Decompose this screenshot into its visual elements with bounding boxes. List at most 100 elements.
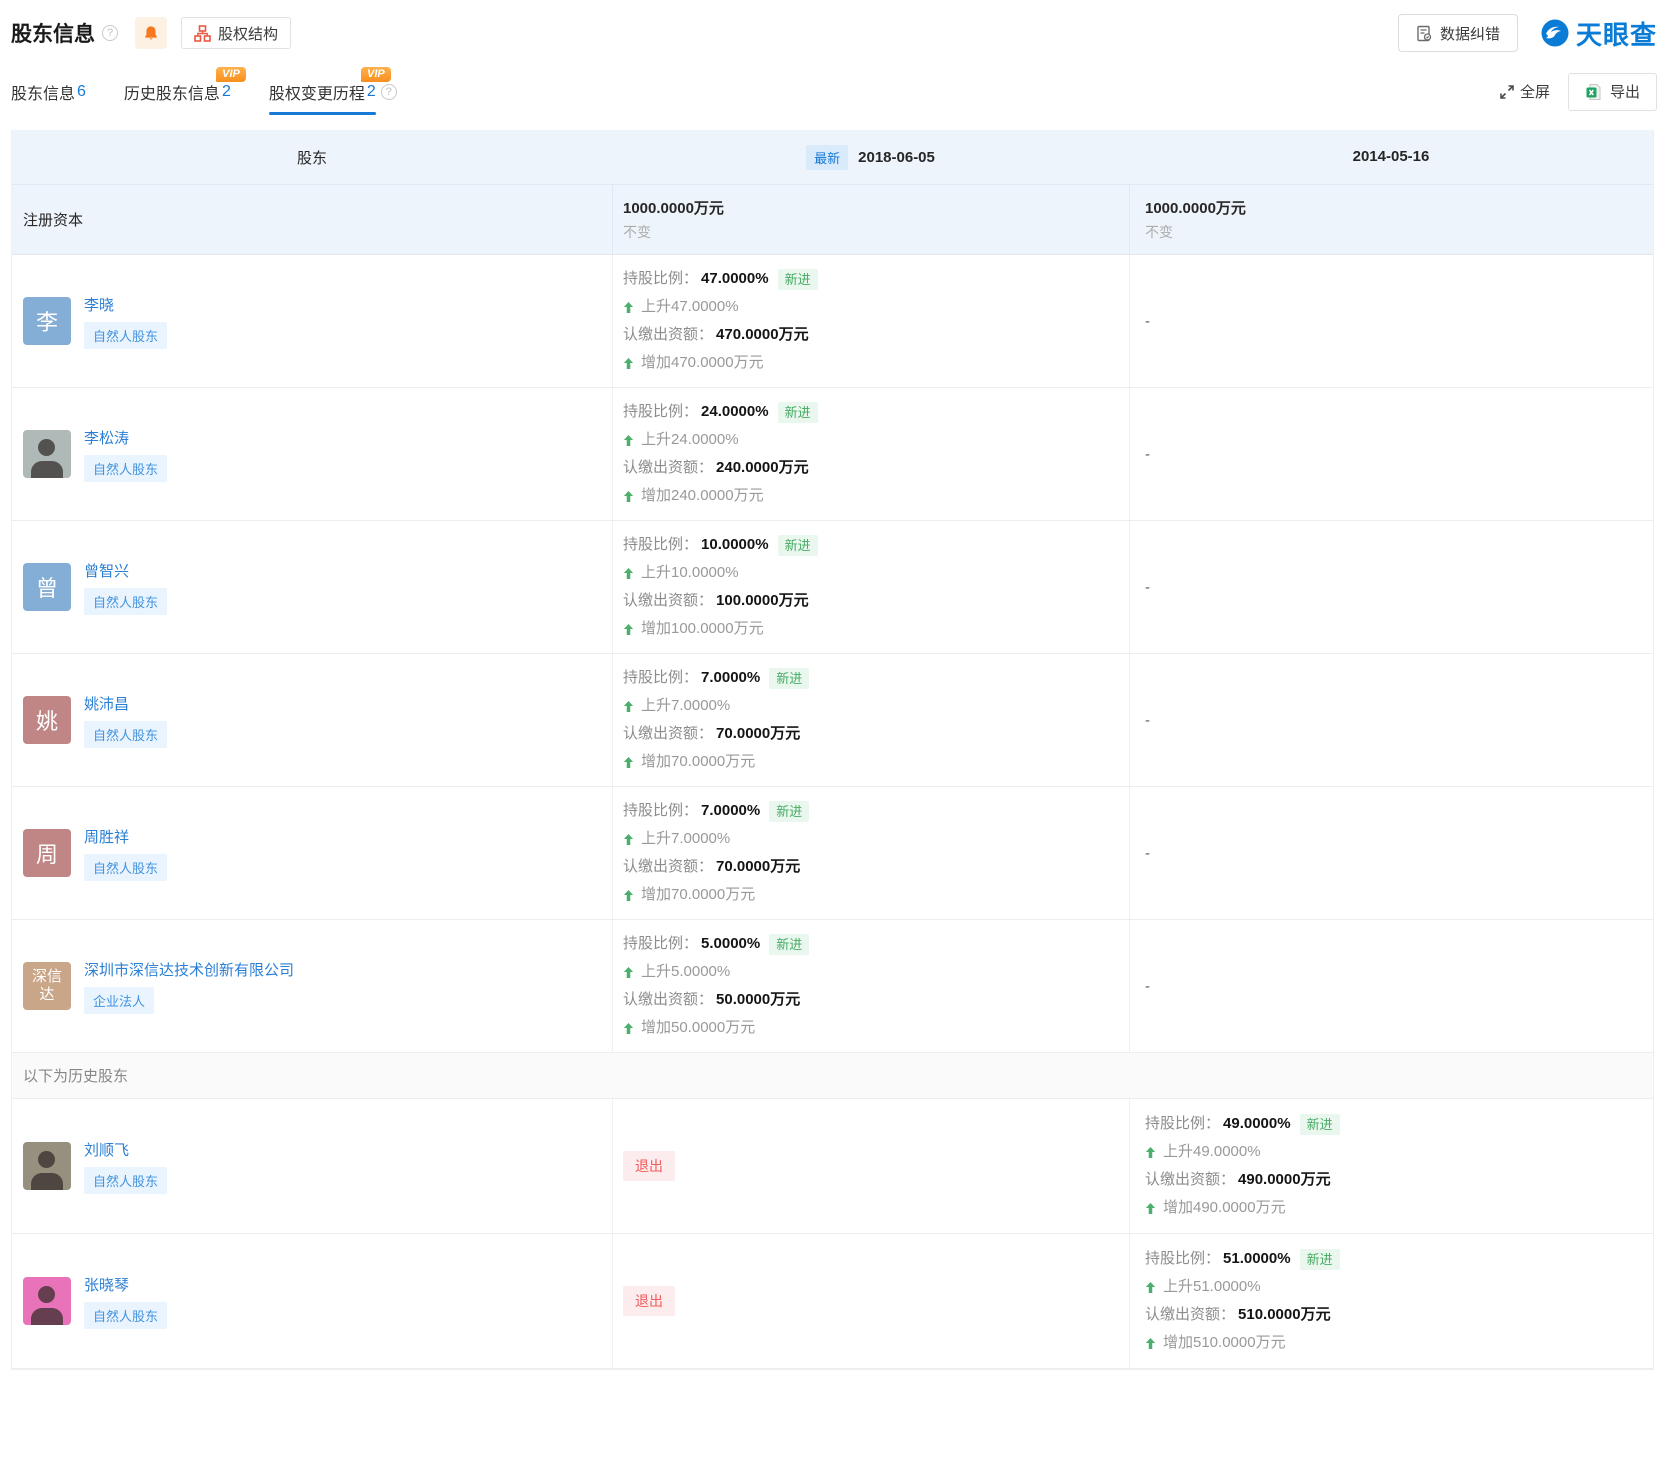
avatar-letter: 姚 xyxy=(36,704,58,736)
avatar[interactable]: 李 xyxy=(23,297,71,345)
new-entry-badge: 新进 xyxy=(769,668,809,689)
topbar: 股东信息 ? 股权结构 数据纠错 xyxy=(11,12,1657,54)
shareholder-name-link[interactable]: 张晓琴 xyxy=(84,1274,129,1295)
ratio-value: 47.0000% xyxy=(701,265,769,293)
ratio-change: 上升10.0000% xyxy=(641,559,739,587)
holding-details: 持股比例：47.0000%新进 上升47.0000% 认缴出资额：470.000… xyxy=(623,265,818,377)
export-button[interactable]: 导出 xyxy=(1568,73,1657,111)
shareholder-name-link[interactable]: 姚沛昌 xyxy=(84,693,129,714)
share-structure-button[interactable]: 股权结构 xyxy=(181,17,291,49)
table-row: 曾 曾智兴 自然人股东 持股比例：10.0000%新进 上升10.0000% 认… xyxy=(12,521,1653,654)
arrow-up-icon xyxy=(623,568,634,579)
ratio-change: 上升5.0000% xyxy=(641,958,730,986)
avatar-letter: 周 xyxy=(36,837,58,869)
page-title: 股东信息 xyxy=(11,18,95,48)
bell-icon xyxy=(143,25,159,41)
new-entry-badge: 新进 xyxy=(1300,1249,1340,1270)
tab-shareholder-info[interactable]: 股东信息6 xyxy=(11,68,86,115)
arrow-up-icon xyxy=(623,890,634,901)
registered-capital-label: 注册资本 xyxy=(12,185,612,254)
shareholder-type-badge: 自然人股东 xyxy=(84,1302,167,1329)
avatar[interactable]: 周 xyxy=(23,829,71,877)
avatar[interactable]: 曾 xyxy=(23,563,71,611)
shareholder-name-link[interactable]: 李晓 xyxy=(84,294,114,315)
avatar[interactable]: 深信达 xyxy=(23,962,71,1010)
table-row: 周 周胜祥 自然人股东 持股比例：7.0000%新进 上升7.0000% 认缴出… xyxy=(12,787,1653,920)
arrow-up-icon xyxy=(623,834,634,845)
shareholder-name-link[interactable]: 深圳市深信达技术创新有限公司 xyxy=(84,959,294,980)
empty-dash: - xyxy=(1145,978,1150,995)
registered-capital-latest: 1000.0000万元 不变 xyxy=(612,185,1129,254)
holding-details: 持股比例：7.0000%新进 上升7.0000% 认缴出资额：70.0000万元… xyxy=(623,797,809,909)
tab-count: 6 xyxy=(77,83,86,101)
help-icon[interactable]: ? xyxy=(102,25,118,41)
photo-silhouette xyxy=(38,1286,55,1303)
avatar-photo[interactable] xyxy=(23,430,71,478)
holding-details: 持股比例：7.0000%新进 上升7.0000% 认缴出资额：70.0000万元… xyxy=(623,664,809,776)
amount-change: 增加70.0000万元 xyxy=(641,748,755,776)
new-entry-badge: 新进 xyxy=(778,535,818,556)
table-row-history: 张晓琴 自然人股东 退出 持股比例：51.0000%新进 上升51.0000% … xyxy=(12,1234,1653,1369)
registered-capital-old: 1000.0000万元 不变 xyxy=(1129,185,1653,254)
amount-change: 增加490.0000万元 xyxy=(1163,1194,1286,1222)
vip-badge: VIP xyxy=(361,67,391,82)
arrow-up-icon xyxy=(623,358,634,369)
tab-equity-change-history[interactable]: 股权变更历程2 VIP ? xyxy=(269,68,397,115)
tianyancha-logo[interactable]: 天眼查 xyxy=(1540,15,1657,52)
holding-details: 持股比例：24.0000%新进 上升24.0000% 认缴出资额：240.000… xyxy=(623,398,818,510)
amount-label: 认缴出资额： xyxy=(623,853,713,881)
capital-value: 1000.0000万元 xyxy=(1145,197,1653,221)
col-header-date-latest: 最新 2018-06-05 xyxy=(612,145,1129,170)
shareholder-name-link[interactable]: 曾智兴 xyxy=(84,560,129,581)
subscribe-bell-button[interactable] xyxy=(135,17,167,49)
amount-change: 增加100.0000万元 xyxy=(641,615,764,643)
amount-value: 100.0000万元 xyxy=(716,587,809,615)
ratio-label: 持股比例： xyxy=(623,930,698,958)
arrow-up-icon xyxy=(623,967,634,978)
shareholder-name-link[interactable]: 周胜祥 xyxy=(84,826,129,847)
share-structure-label: 股权结构 xyxy=(218,23,278,44)
avatar-photo[interactable] xyxy=(23,1142,71,1190)
fullscreen-button[interactable]: 全屏 xyxy=(1499,81,1550,102)
ratio-label: 持股比例： xyxy=(623,398,698,426)
photo-silhouette xyxy=(38,1151,55,1168)
arrow-up-icon xyxy=(623,491,634,502)
arrow-up-icon xyxy=(623,624,634,635)
arrow-up-icon xyxy=(1145,1338,1156,1349)
expand-arrows-icon xyxy=(1499,84,1515,100)
amount-label: 认缴出资额： xyxy=(623,986,713,1014)
ratio-change: 上升7.0000% xyxy=(641,692,730,720)
amount-change: 增加510.0000万元 xyxy=(1163,1329,1286,1357)
photo-silhouette xyxy=(38,439,55,456)
shareholder-type-badge: 自然人股东 xyxy=(84,854,167,881)
org-chart-icon xyxy=(194,25,211,42)
col-header-date-old: 2014-05-16 xyxy=(1129,148,1653,166)
data-correction-button[interactable]: 数据纠错 xyxy=(1398,14,1518,52)
ratio-label: 持股比例： xyxy=(1145,1110,1220,1138)
ratio-change: 上升47.0000% xyxy=(641,293,739,321)
shareholder-type-badge: 自然人股东 xyxy=(84,588,167,615)
table-row-history: 刘顺飞 自然人股东 退出 持股比例：49.0000%新进 上升49.0000% … xyxy=(12,1099,1653,1234)
tabs: 股东信息6 历史股东信息2 VIP 股权变更历程2 VIP ? xyxy=(11,68,397,115)
shareholder-name-link[interactable]: 刘顺飞 xyxy=(84,1139,129,1160)
ratio-change: 上升7.0000% xyxy=(641,825,730,853)
avatar[interactable]: 姚 xyxy=(23,696,71,744)
table-row: 深信达 深圳市深信达技术创新有限公司 企业法人 持股比例：5.0000%新进 上… xyxy=(12,920,1653,1053)
amount-label: 认缴出资额： xyxy=(623,454,713,482)
vip-badge: VIP xyxy=(216,67,246,82)
ratio-change: 上升24.0000% xyxy=(641,426,739,454)
shareholder-type-badge: 自然人股东 xyxy=(84,721,167,748)
exit-badge: 退出 xyxy=(623,1151,675,1181)
doc-correct-icon xyxy=(1416,25,1433,42)
ratio-label: 持股比例： xyxy=(1145,1245,1220,1273)
tab-history-shareholders[interactable]: 历史股东信息2 VIP xyxy=(124,68,231,115)
holding-details: 持股比例：5.0000%新进 上升5.0000% 认缴出资额：50.0000万元… xyxy=(623,930,809,1042)
avatar-photo[interactable] xyxy=(23,1277,71,1325)
amount-value: 490.0000万元 xyxy=(1238,1166,1331,1194)
help-icon[interactable]: ? xyxy=(381,84,397,100)
shareholder-name-link[interactable]: 李松涛 xyxy=(84,427,129,448)
amount-label: 认缴出资额： xyxy=(1145,1166,1235,1194)
tab-count: 2 xyxy=(367,83,376,101)
avatar-letter: 曾 xyxy=(36,571,58,603)
date-2018: 2018-06-05 xyxy=(858,149,935,166)
